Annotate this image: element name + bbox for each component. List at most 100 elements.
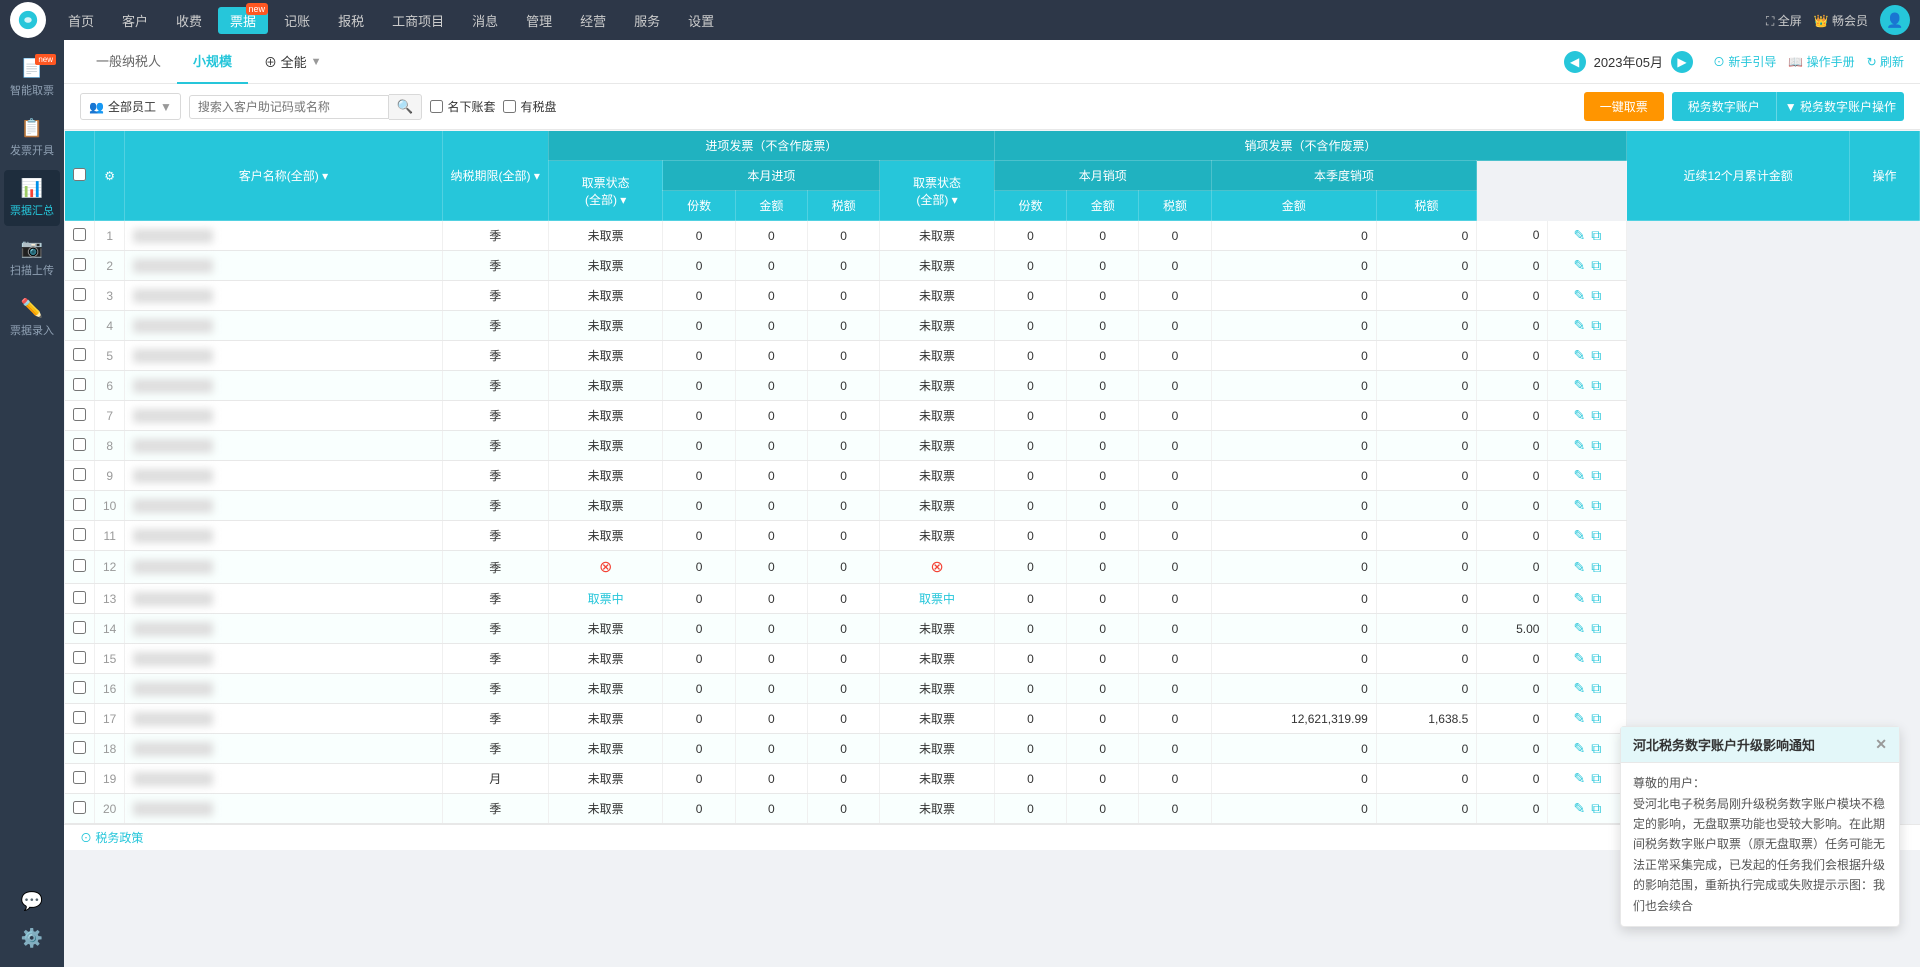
copy-action-icon[interactable]: ⧉ (1591, 407, 1601, 424)
edit-action-icon[interactable]: ✎ (1573, 317, 1585, 334)
copy-action-icon[interactable]: ⧉ (1591, 227, 1601, 244)
sidebar-item-scan-upload[interactable]: 📷 扫描上传 (4, 230, 60, 286)
nav-operation[interactable]: 经营 (568, 7, 618, 34)
search-input[interactable] (189, 95, 389, 119)
employee-select[interactable]: 👥 全部员工 ▼ (80, 93, 181, 120)
edit-action-icon[interactable]: ✎ (1573, 770, 1585, 787)
edit-action-icon[interactable]: ✎ (1573, 740, 1585, 757)
period-next-btn[interactable]: ▶ (1671, 51, 1693, 73)
manual-btn[interactable]: 📖 操作手册 (1788, 53, 1854, 70)
row-checkbox[interactable] (73, 651, 86, 664)
tax-disk-checkbox[interactable]: 有税盘 (503, 98, 556, 115)
sidebar-item-invoice-entry[interactable]: ✏️ 票据录入 (4, 290, 60, 346)
edit-action-icon[interactable]: ✎ (1573, 437, 1585, 454)
row-checkbox[interactable] (73, 528, 86, 541)
copy-action-icon[interactable]: ⧉ (1591, 740, 1601, 757)
row-checkbox[interactable] (73, 681, 86, 694)
edit-action-icon[interactable]: ✎ (1573, 710, 1585, 727)
tax-digital-ops-dropdown[interactable]: ▼ 税务数字账户操作 (1776, 92, 1904, 121)
nav-service[interactable]: 服务 (622, 7, 672, 34)
nav-fee[interactable]: 收费 (164, 7, 214, 34)
subordinate-accounts-checkbox[interactable]: 名下账套 (430, 98, 495, 115)
row-checkbox[interactable] (73, 621, 86, 634)
row-checkbox[interactable] (73, 468, 86, 481)
table-wrapper[interactable]: ⚙ 客户名称(全部) ▾ 纳税期限(全部) ▾ 进项发票（不含作废票） 销项发票… (64, 130, 1920, 824)
sidebar-item-smart-ticket[interactable]: 📄 智能取票 new (4, 50, 60, 106)
row-checkbox[interactable] (73, 741, 86, 754)
copy-action-icon[interactable]: ⧉ (1591, 770, 1601, 787)
copy-action-icon[interactable]: ⧉ (1591, 527, 1601, 544)
row-checkbox[interactable] (73, 228, 86, 241)
copy-action-icon[interactable]: ⧉ (1591, 317, 1601, 334)
nav-tax[interactable]: 报税 (326, 7, 376, 34)
row-checkbox[interactable] (73, 378, 86, 391)
sidebar-item-chat[interactable]: 💬 (4, 883, 60, 920)
row-checkbox[interactable] (73, 711, 86, 724)
nav-accounting[interactable]: 记账 (272, 7, 322, 34)
nav-manage[interactable]: 管理 (514, 7, 564, 34)
edit-action-icon[interactable]: ✎ (1573, 590, 1585, 607)
edit-action-icon[interactable]: ✎ (1573, 497, 1585, 514)
copy-action-icon[interactable]: ⧉ (1591, 680, 1601, 697)
th-client-name[interactable]: 客户名称(全部) ▾ (125, 131, 442, 221)
row-checkbox[interactable] (73, 348, 86, 361)
row-checkbox[interactable] (73, 288, 86, 301)
copy-action-icon[interactable]: ⧉ (1591, 497, 1601, 514)
copy-action-icon[interactable]: ⧉ (1591, 437, 1601, 454)
nav-home[interactable]: 首页 (56, 7, 106, 34)
copy-action-icon[interactable]: ⧉ (1591, 559, 1601, 576)
tab-all-capable[interactable]: ⊕ 全能 ▼ (248, 52, 338, 71)
subordinate-checkbox-input[interactable] (430, 100, 443, 113)
period-prev-btn[interactable]: ◀ (1564, 51, 1586, 73)
row-checkbox[interactable] (73, 318, 86, 331)
copy-action-icon[interactable]: ⧉ (1591, 287, 1601, 304)
select-all-checkbox[interactable] (73, 168, 86, 181)
nav-invoice[interactable]: 票据new (218, 7, 268, 34)
edit-action-icon[interactable]: ✎ (1573, 227, 1585, 244)
member-btn[interactable]: 👑 畅会员 (1814, 12, 1868, 29)
copy-action-icon[interactable]: ⧉ (1591, 710, 1601, 727)
edit-action-icon[interactable]: ✎ (1573, 527, 1585, 544)
copy-action-icon[interactable]: ⧉ (1591, 467, 1601, 484)
edit-action-icon[interactable]: ✎ (1573, 407, 1585, 424)
nav-client[interactable]: 客户 (110, 7, 160, 34)
edit-action-icon[interactable]: ✎ (1573, 620, 1585, 637)
sidebar-item-invoice-summary[interactable]: 📊 票据汇总 (4, 170, 60, 226)
sidebar-item-config[interactable]: ⚙️ (4, 920, 60, 957)
nav-business[interactable]: 工商项目 (380, 7, 456, 34)
tax-policy-link[interactable]: ⊙ 税务政策 (80, 829, 143, 846)
th-tax-period[interactable]: 纳税期限(全部) ▾ (442, 131, 548, 221)
edit-action-icon[interactable]: ✎ (1573, 559, 1585, 576)
row-checkbox[interactable] (73, 801, 86, 814)
tax-digital-btn[interactable]: 税务数字账户 (1672, 92, 1776, 121)
edit-action-icon[interactable]: ✎ (1573, 347, 1585, 364)
logo[interactable] (10, 2, 46, 38)
copy-action-icon[interactable]: ⧉ (1591, 347, 1601, 364)
row-checkbox[interactable] (73, 771, 86, 784)
copy-action-icon[interactable]: ⧉ (1591, 800, 1601, 817)
copy-action-icon[interactable]: ⧉ (1591, 377, 1601, 394)
row-checkbox[interactable] (73, 258, 86, 271)
user-avatar[interactable]: 👤 (1880, 5, 1910, 35)
refresh-btn[interactable]: ↻ 刷新 (1867, 53, 1904, 70)
nav-settings[interactable]: 设置 (676, 7, 726, 34)
th-in-fetch-status[interactable]: 取票状态(全部) ▾ (548, 161, 663, 221)
sidebar-item-invoice-open[interactable]: 📋 发票开具 (4, 110, 60, 166)
edit-action-icon[interactable]: ✎ (1573, 467, 1585, 484)
copy-action-icon[interactable]: ⧉ (1591, 590, 1601, 607)
guide-btn[interactable]: ⊙ 新手引导 (1713, 53, 1776, 70)
row-checkbox[interactable] (73, 591, 86, 604)
th-out-fetch-status[interactable]: 取票状态(全部) ▾ (880, 161, 995, 221)
tab-small-scale[interactable]: 小规模 (177, 40, 248, 84)
search-button[interactable]: 🔍 (389, 94, 423, 120)
edit-action-icon[interactable]: ✎ (1573, 680, 1585, 697)
copy-action-icon[interactable]: ⧉ (1591, 650, 1601, 667)
edit-action-icon[interactable]: ✎ (1573, 257, 1585, 274)
row-checkbox[interactable] (73, 559, 86, 572)
notification-close-btn[interactable]: ✕ (1875, 736, 1887, 753)
fullscreen-btn[interactable]: ⛶ 全屏 (1766, 12, 1802, 29)
edit-action-icon[interactable]: ✎ (1573, 800, 1585, 817)
tax-disk-checkbox-input[interactable] (503, 100, 516, 113)
nav-message[interactable]: 消息 (460, 7, 510, 34)
edit-action-icon[interactable]: ✎ (1573, 287, 1585, 304)
